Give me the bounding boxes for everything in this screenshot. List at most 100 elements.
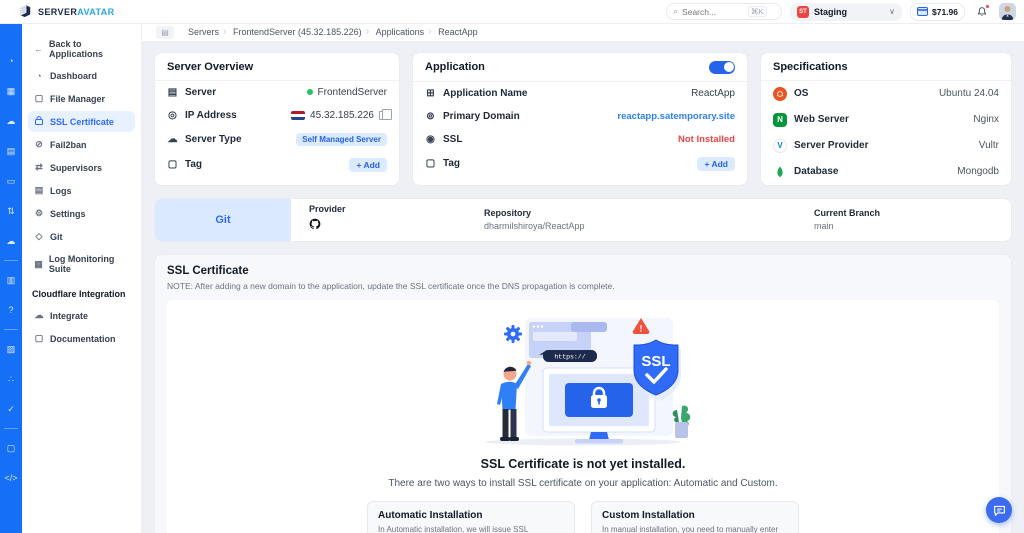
supervisors-icon: ⇄ (35, 162, 43, 172)
sidebar-item-settings[interactable]: ⚙ Settings (28, 203, 135, 224)
credit-card-icon (917, 7, 928, 16)
application-name-value: ReactApp (691, 87, 735, 99)
ssl-icon: ◉ (426, 133, 435, 145)
environment-selector[interactable]: ST Staging ∨ (790, 2, 902, 21)
sidebar-item-dashboard[interactable]: ◔ Dashboard (28, 66, 135, 86)
sidebar-item-integrate[interactable]: ☁ Integrate (28, 305, 135, 326)
branch-value: main (814, 221, 834, 232)
git-tab[interactable]: Git (155, 198, 291, 241)
vultr-icon: V (773, 138, 787, 153)
balance-amount: $71.96 (932, 6, 958, 17)
box-icon[interactable]: ▢ (0, 433, 22, 463)
cloud-icon[interactable]: ☁ (0, 106, 22, 136)
server-row: ▤ Server FrontendServer (167, 86, 387, 98)
github-icon (309, 217, 448, 235)
sidebar-item-git[interactable]: ◇ Git (28, 226, 135, 247)
mongodb-icon (773, 164, 787, 179)
breadcrumb: ▤ Servers FrontendServer (45.32.185.226)… (142, 24, 1024, 42)
code-icon[interactable]: </> (0, 463, 22, 493)
netherlands-flag-icon (291, 110, 306, 120)
sidebar-item-ssl-certificate[interactable]: SSL Certificate (28, 111, 135, 132)
sidebar-item-label: Log Monitoring Suite (48, 254, 115, 274)
ssl-headline: SSL Certificate is not yet installed. (480, 456, 686, 471)
server-provider-value: Vultr (978, 140, 999, 152)
search-box[interactable]: ⌕ ⌘K (666, 3, 782, 20)
balance-chip[interactable]: $71.96 (910, 2, 965, 21)
sidebar-item-documentation[interactable]: ▢ Documentation (28, 328, 135, 349)
cloud-icon: ☁ (167, 133, 178, 145)
server-provider-row: V Server Provider Vultr (761, 133, 1011, 159)
sidebar-item-label: Supervisors (50, 162, 103, 173)
specifications-card: Specifications OS Ubuntu 24.04 N Web Ser… (760, 51, 1012, 186)
gear-icon: ⚙ (34, 208, 44, 218)
copy-icon[interactable] (379, 108, 392, 120)
add-tag-button[interactable]: + Add (349, 157, 387, 172)
web-server-value: Nginx (973, 114, 999, 126)
back-label: Back to Applications (49, 39, 104, 59)
sidebar-item-file-manager[interactable]: ▢ File Manager (28, 88, 135, 109)
notifications-button[interactable] (973, 3, 991, 21)
file-icon: ▢ (34, 93, 44, 103)
ssl-section-title: SSL Certificate (167, 264, 249, 277)
sidebar-item-fail2ban[interactable]: ⊘ Fail2ban (28, 134, 135, 155)
repository-value: dharmilshiroya/ReactApp (484, 221, 585, 232)
rail-divider (4, 260, 18, 261)
chevron-down-icon: ∨ (889, 7, 895, 16)
sidebar-item-log-monitoring-suite[interactable]: ▦ Log Monitoring Suite (28, 249, 135, 279)
application-toggle[interactable] (709, 60, 735, 74)
https-text: https:// (554, 353, 585, 360)
nodes-icon[interactable]: ∴ (0, 364, 22, 394)
ssl-section-note: NOTE: After adding a new domain to the a… (167, 280, 615, 291)
billing-icon[interactable]: ▥ (0, 265, 22, 295)
serveravatar-logo-icon (20, 5, 31, 18)
tasks-icon[interactable]: ✓ (0, 394, 22, 424)
sidebar: ← Back to Applications ◔ Dashboard ▢ Fil… (22, 24, 142, 533)
sidebar-item-label: Logs (50, 185, 72, 196)
breadcrumb-app[interactable]: ReactApp (428, 26, 477, 38)
sidebar-item-supervisors[interactable]: ⇄ Supervisors (28, 157, 135, 178)
breadcrumb-server[interactable]: FrontendServer (45.32.185.226) (223, 26, 362, 38)
web-server-row: N Web Server Nginx (761, 107, 1011, 133)
servers-icon[interactable]: ▤ (0, 136, 22, 166)
ban-icon: ⊘ (35, 139, 43, 149)
primary-domain-link[interactable]: reactapp.satemporary.site (617, 111, 735, 122)
breadcrumb-servers[interactable]: Servers (188, 27, 219, 37)
ssl-subtext: There are two ways to install SSL certif… (388, 477, 778, 489)
search-icon: ⌕ (673, 6, 679, 16)
logs-icon: ▤ (34, 185, 44, 195)
ip-address-value: 45.32.185.226 (310, 109, 374, 121)
user-avatar[interactable] (999, 3, 1016, 20)
monitoring-icon: ▦ (34, 258, 43, 269)
tag-icon: ▢ (167, 159, 178, 171)
nginx-icon: N (773, 112, 787, 127)
automatic-installation-title: Automatic Installation (378, 509, 483, 521)
breadcrumb-menu-icon[interactable]: ▤ (156, 25, 174, 39)
application-card: Application ⊞ Application Name ReactApp ⊚… (412, 51, 748, 186)
search-input[interactable] (682, 6, 745, 17)
brand-logo[interactable]: SERVERAVATAR (18, 4, 114, 19)
sidebar-item-label: Git (50, 231, 63, 242)
cloud-sync-icon[interactable]: ☁ (0, 226, 22, 256)
feedback-chat-button[interactable] (986, 497, 1012, 523)
back-to-applications[interactable]: ← Back to Applications (28, 34, 135, 64)
sidebar-item-logs[interactable]: ▤ Logs (28, 180, 135, 201)
git-branch-col: Current Branch main (796, 199, 1011, 241)
devices-icon[interactable]: ▭ (0, 166, 22, 196)
network-icon[interactable]: ⇅ (0, 196, 22, 226)
dashboard-icon[interactable]: ◔ (0, 46, 22, 76)
database-value: Mongodb (957, 166, 999, 178)
add-app-tag-button[interactable]: + Add (697, 156, 735, 171)
back-arrow-icon: ← (34, 44, 43, 54)
sidebar-item-label: SSL Certificate (50, 116, 114, 127)
analytics-icon[interactable]: ▨ (0, 334, 22, 364)
help-icon[interactable]: ? (0, 295, 22, 325)
application-name-row: ⊞ Application Name ReactApp (426, 87, 735, 99)
environment-label: Staging (814, 6, 847, 17)
applications-icon[interactable]: ▦ (0, 76, 22, 106)
search-shortcut: ⌘K (748, 6, 767, 17)
icon-rail: ◔ ▦ ☁ ▤ ▭ ⇅ ☁ ▥ ? ▨ ∴ ✓ ▢ </> (0, 24, 22, 533)
server-icon: ▤ (167, 86, 178, 98)
notification-dot (985, 3, 990, 9)
breadcrumb-applications[interactable]: Applications (366, 26, 424, 38)
avatar-image (999, 3, 1016, 20)
